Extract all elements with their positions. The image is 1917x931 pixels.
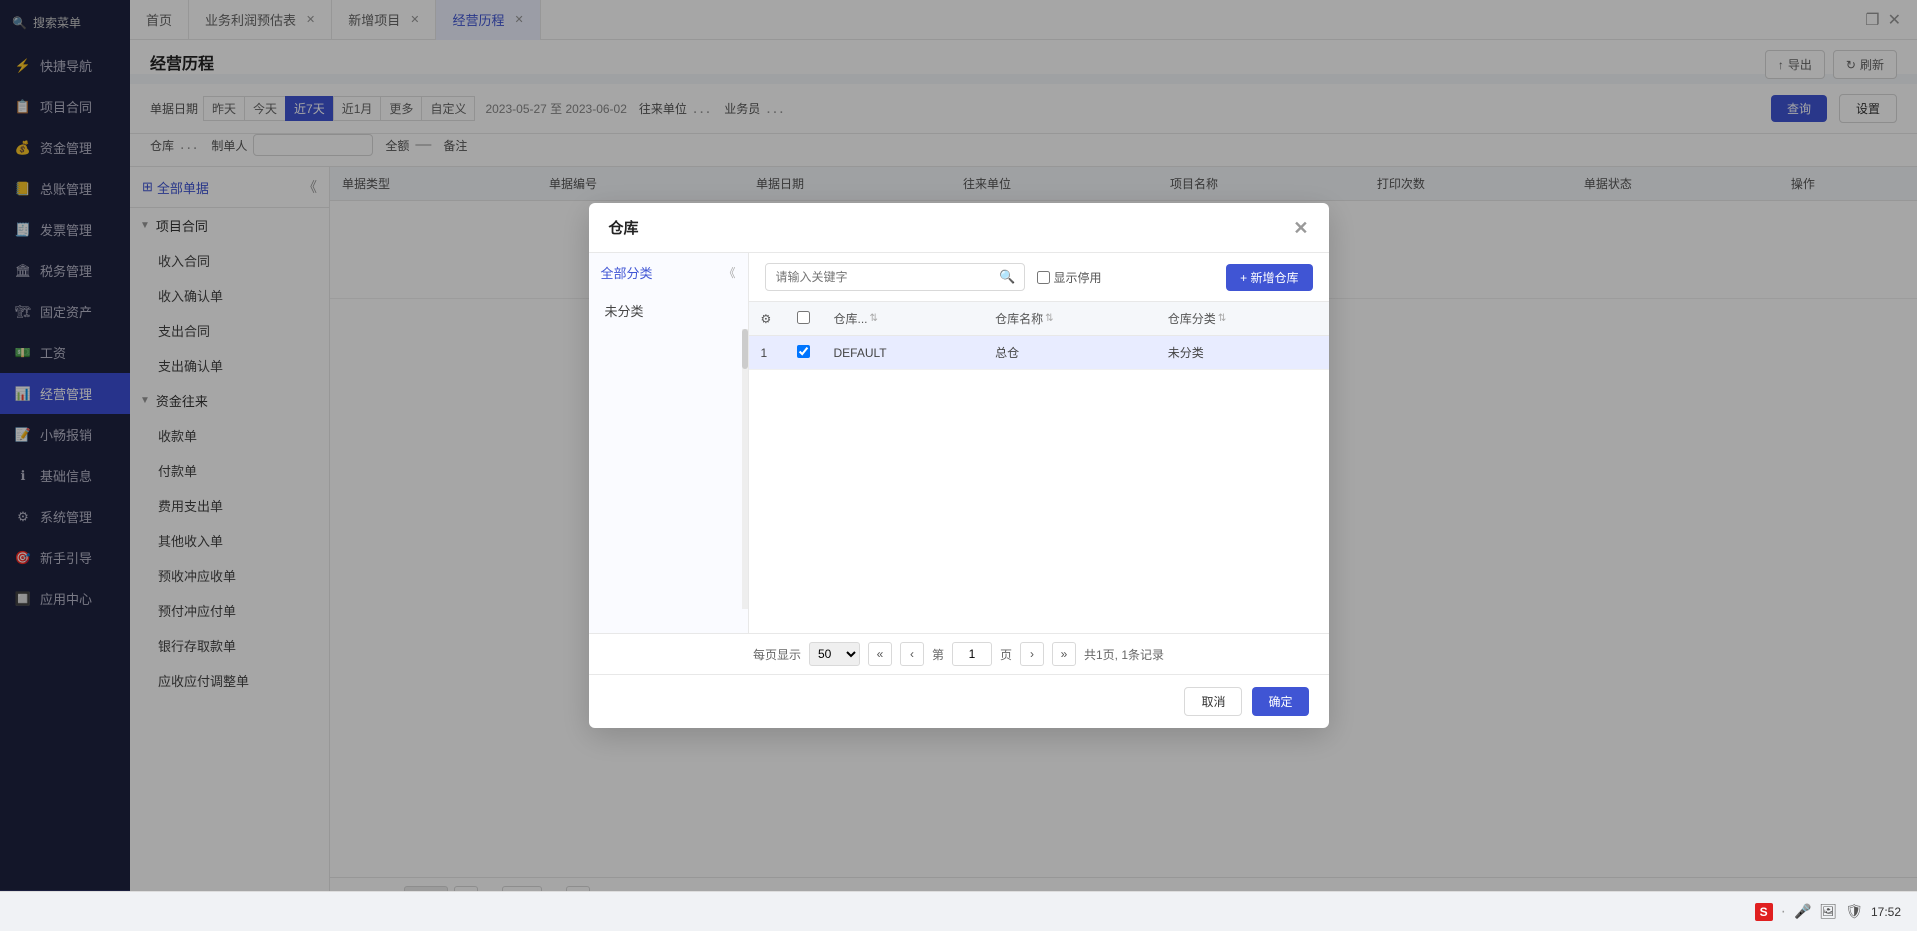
dialog-main: 🔍 显示停用 + 新增仓库: [749, 253, 1329, 633]
dialog-search-input[interactable]: [766, 265, 992, 289]
dialog-table: ⚙ 仓库... ⇅: [749, 302, 1329, 370]
row-checkbox-cell: [785, 336, 822, 370]
show-disabled-label[interactable]: 显示停用: [1037, 269, 1102, 286]
dialog-page-label: 第: [932, 646, 944, 663]
col-code: 仓库... ⇅: [822, 302, 984, 336]
table-row[interactable]: 1 DEFAULT 总仓 未分类: [749, 336, 1329, 370]
dialog-search-box: 🔍: [765, 263, 1025, 291]
dialog-page-label2: 页: [1000, 646, 1012, 663]
dialog-table-header: ⚙ 仓库... ⇅: [749, 302, 1329, 336]
col-category: 仓库分类 ⇅: [1156, 302, 1329, 336]
taskbar-icon-img: 🖼: [1819, 903, 1837, 920]
sort-code-btn[interactable]: 仓库... ⇅: [834, 310, 972, 327]
sort-name-btn[interactable]: 仓库名称 ⇅: [995, 310, 1144, 327]
dialog-sidebar-all-label[interactable]: 全部分类: [601, 263, 653, 282]
dialog-next-page-btn[interactable]: ›: [1020, 642, 1044, 666]
dialog-first-page-btn[interactable]: «: [868, 642, 892, 666]
dialog-prev-page-btn[interactable]: ‹: [900, 642, 924, 666]
show-disabled-checkbox[interactable]: [1037, 271, 1050, 284]
dialog-per-page-select[interactable]: 50 20 100: [809, 642, 860, 666]
add-warehouse-label: + 新增仓库: [1240, 269, 1298, 286]
row-settings-cell: 1: [749, 336, 785, 370]
row-code-cell: DEFAULT: [822, 336, 984, 370]
dialog-footer: 每页显示 50 20 100 « ‹ 第 页 › » 共1页, 1条记录 取消 …: [589, 633, 1329, 728]
dialog-sidebar: 全部分类 《 未分类: [589, 253, 749, 633]
dialog-per-page-label: 每页显示: [753, 646, 801, 663]
dialog-total-info: 共1页, 1条记录: [1084, 646, 1164, 663]
select-all-checkbox[interactable]: [797, 311, 810, 324]
show-disabled-text: 显示停用: [1054, 269, 1102, 286]
add-warehouse-btn[interactable]: + 新增仓库: [1226, 264, 1312, 291]
sort-icon: ⇅: [870, 313, 878, 324]
dialog-toolbar: 🔍 显示停用 + 新增仓库: [749, 253, 1329, 302]
sort-category-btn[interactable]: 仓库分类 ⇅: [1168, 310, 1317, 327]
search-icon: 🔍: [991, 264, 1023, 290]
taskbar-icon-s: S: [1755, 903, 1773, 921]
confirm-button[interactable]: 确定: [1252, 687, 1308, 716]
sort-icon-2: ⇅: [1045, 313, 1053, 324]
col-name: 仓库名称 ⇅: [983, 302, 1156, 336]
dialog-last-page-btn[interactable]: »: [1052, 642, 1076, 666]
col-code-label: 仓库...: [834, 310, 868, 327]
taskbar-icon-dot: ·: [1781, 903, 1786, 921]
taskbar-time: 17:52: [1871, 905, 1901, 919]
sort-icon-3: ⇅: [1218, 313, 1226, 324]
dialog-sidebar-item-uncategorized[interactable]: 未分类: [589, 292, 748, 329]
taskbar-icon-mic: 🎤: [1794, 903, 1811, 920]
row-name-cell: 总仓: [983, 336, 1156, 370]
dialog-sidebar-collapse-btn[interactable]: 《: [723, 264, 735, 281]
col-category-label: 仓库分类: [1168, 310, 1216, 327]
cancel-button[interactable]: 取消: [1184, 687, 1242, 716]
dialog-header: 仓库 ✕: [589, 203, 1329, 253]
modal-overlay: 仓库 ✕ 全部分类 《 未分类: [0, 0, 1917, 931]
col-settings: ⚙: [749, 302, 785, 336]
dialog-close-btn[interactable]: ✕: [1293, 219, 1308, 237]
row-checkbox[interactable]: [797, 345, 810, 358]
taskbar: S · 🎤 🖼 🛡 17:52: [0, 891, 1917, 931]
dialog-actions: 取消 确定: [589, 674, 1329, 728]
dialog-pagination: 每页显示 50 20 100 « ‹ 第 页 › » 共1页, 1条记录: [589, 633, 1329, 674]
dialog-page-input[interactable]: [952, 642, 992, 666]
dialog-sidebar-header: 全部分类 《: [589, 253, 748, 292]
col-checkbox: [785, 302, 822, 336]
dialog-title: 仓库: [609, 217, 639, 238]
warehouse-dialog: 仓库 ✕ 全部分类 《 未分类: [589, 203, 1329, 728]
dialog-body: 全部分类 《 未分类 🔍: [589, 253, 1329, 633]
dialog-table-area: ⚙ 仓库... ⇅: [749, 302, 1329, 633]
taskbar-icon-shield: 🛡: [1845, 903, 1863, 920]
settings-icon[interactable]: ⚙: [761, 312, 772, 326]
dialog-sidebar-item-label: 未分类: [605, 304, 644, 319]
col-name-label: 仓库名称: [995, 310, 1043, 327]
row-category-cell: 未分类: [1156, 336, 1329, 370]
